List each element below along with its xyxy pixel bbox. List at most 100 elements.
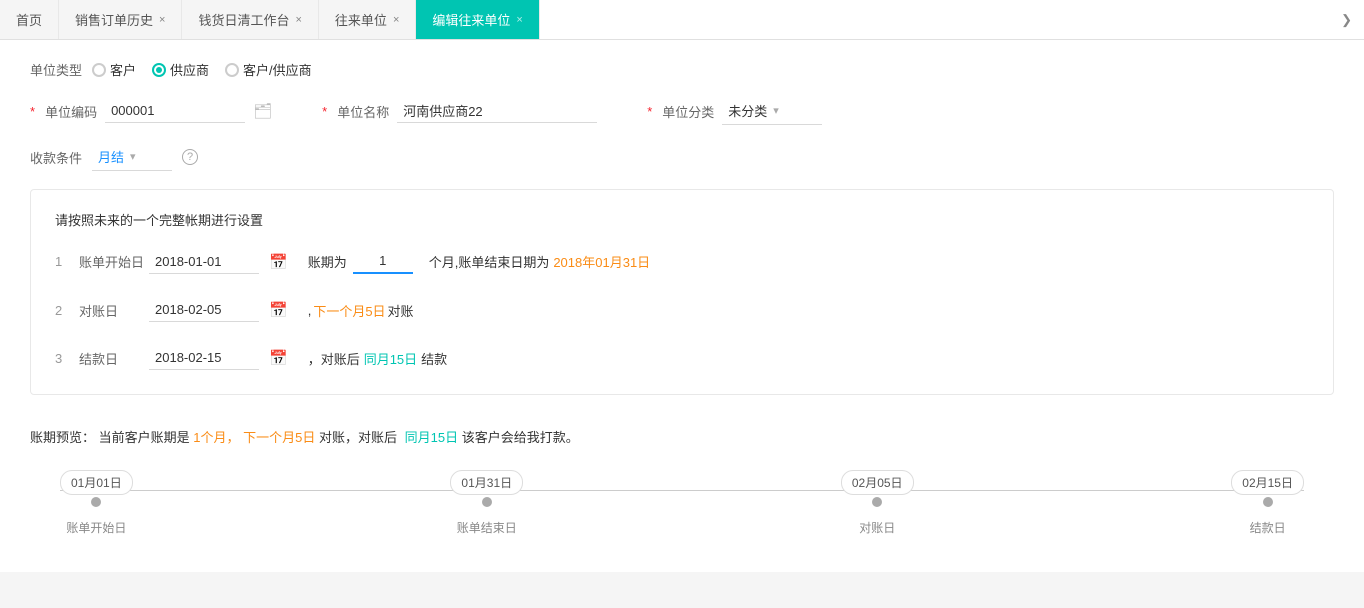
period-row-1-text-after: 个月,账单结束日期为 (429, 252, 550, 271)
unit-code-icon[interactable]: 🗂 (253, 102, 272, 120)
tab-cashflow-workbench-close[interactable]: × (295, 14, 301, 26)
timeline-label-2: 01月31日 (450, 470, 523, 495)
timeline-dot-4 (1263, 497, 1273, 507)
period-payment-date-input[interactable] (149, 346, 259, 370)
tab-more-button[interactable]: ❯ (1329, 0, 1364, 39)
timeline-point-1: 01月01日 账单开始日 (60, 470, 133, 536)
tab-sales-order-history-label: 销售订单历史 (75, 10, 153, 29)
period-row-3-text-before: ，对账后 (308, 349, 360, 368)
payment-terms-chevron-icon: ▾ (130, 150, 136, 163)
period-row-3-text-after: 结款 (421, 349, 447, 368)
tab-edit-partner-unit-label: 编辑往来单位 (432, 10, 510, 29)
unit-category-label: 单位分类 (662, 102, 714, 121)
preview-text-mid: 对账，对账后 (319, 430, 397, 445)
period-row-2-label: 对账日 (79, 301, 149, 320)
unit-category-value: 未分类 (728, 101, 767, 120)
unit-code-required: * (30, 104, 35, 119)
help-icon[interactable]: ? (182, 149, 198, 165)
tab-edit-partner-unit-close[interactable]: × (516, 14, 522, 26)
period-reconcile-calendar-icon[interactable]: 📅 (269, 301, 288, 319)
preview-label: 账期预览： (30, 430, 95, 445)
period-reconcile-date-input[interactable] (149, 298, 259, 322)
period-month-input[interactable] (353, 249, 413, 274)
period-row-1-label: 账单开始日 (79, 252, 149, 271)
unit-type-label: 单位类型 (30, 60, 82, 79)
unit-name-group: * 单位名称 (322, 99, 597, 123)
unit-category-select[interactable]: 未分类 ▾ (722, 97, 822, 125)
timeline-dot-1 (91, 497, 101, 507)
radio-customer-label: 客户 (110, 60, 136, 79)
preview-text: 账期预览： 当前客户账期是 1个月， 下一个月5日 对账，对账后 同月15日 该… (30, 427, 1334, 446)
radio-supplier-label: 供应商 (170, 60, 209, 79)
timeline-point-3: 02月05日 对账日 (841, 470, 914, 536)
payment-terms-label: 收款条件 (30, 148, 82, 167)
page-content: 单位类型 客户 供应商 客户/供应商 * 单位编码 🗂 * 单位名称 (0, 40, 1364, 572)
timeline-points: 01月01日 账单开始日 01月31日 账单结束日 02月05日 对账日 (60, 470, 1304, 536)
timeline-wrapper: 01月01日 账单开始日 01月31日 账单结束日 02月05日 对账日 (30, 470, 1334, 536)
timeline-desc-1: 账单开始日 (66, 519, 126, 536)
timeline-label-3: 02月05日 (841, 470, 914, 495)
radio-customer-supplier-circle (225, 63, 239, 77)
tab-partner-units[interactable]: 往来单位 × (319, 0, 416, 39)
unit-code-input[interactable] (105, 99, 245, 123)
tab-home[interactable]: 首页 (0, 0, 59, 39)
radio-customer[interactable]: 客户 (92, 60, 136, 79)
tab-bar: 首页 销售订单历史 × 钱货日清工作台 × 往来单位 × 编辑往来单位 × ❯ (0, 0, 1364, 40)
period-row-2-num: 2 (55, 303, 79, 318)
period-row-3-num: 3 (55, 351, 79, 366)
unit-name-input[interactable] (397, 99, 597, 123)
radio-supplier[interactable]: 供应商 (152, 60, 209, 79)
payment-terms-value: 月结 (98, 147, 124, 166)
period-row-1-text-before: 账期为 (308, 252, 347, 271)
period-row-2: 2 对账日 📅 , 下一个月5日 对账 (55, 298, 1309, 322)
period-row-2-text-comma: , (308, 303, 312, 318)
radio-supplier-circle (152, 63, 166, 77)
tab-partner-units-label: 往来单位 (335, 10, 387, 29)
unit-type-radio-group: 客户 供应商 客户/供应商 (92, 60, 312, 79)
timeline-point-2: 01月31日 账单结束日 (450, 470, 523, 536)
period-row-3-label: 结款日 (79, 349, 149, 368)
period-row-3-highlight: 同月15日 (364, 349, 417, 368)
period-box-title: 请按照未来的一个完整帐期进行设置 (55, 210, 1309, 229)
unit-type-row: 单位类型 客户 供应商 客户/供应商 (30, 60, 1334, 79)
payment-terms-row: 收款条件 月结 ▾ ? (30, 143, 1334, 171)
preview-highlight-3: 同月15日 (405, 430, 458, 445)
timeline-label-1: 01月01日 (60, 470, 133, 495)
timeline-desc-3: 对账日 (859, 519, 895, 536)
tab-cashflow-workbench-label: 钱货日清工作台 (198, 10, 289, 29)
unit-category-required: * (647, 104, 652, 119)
tab-cashflow-workbench[interactable]: 钱货日清工作台 × (182, 0, 318, 39)
tab-sales-order-history[interactable]: 销售订单历史 × (59, 0, 182, 39)
period-row-3: 3 结款日 📅 ，对账后 同月15日 结款 (55, 346, 1309, 370)
period-settings-box: 请按照未来的一个完整帐期进行设置 1 账单开始日 📅 账期为 个月,账单结束日期… (30, 189, 1334, 395)
preview-highlight-1: 1个月， (193, 430, 239, 445)
tab-edit-partner-unit[interactable]: 编辑往来单位 × (416, 0, 539, 39)
payment-terms-select[interactable]: 月结 ▾ (92, 143, 172, 171)
period-row-1-num: 1 (55, 254, 79, 269)
timeline-desc-2: 账单结束日 (457, 519, 517, 536)
timeline-label-4: 02月15日 (1231, 470, 1304, 495)
chevron-right-icon: ❯ (1341, 12, 1352, 28)
period-start-calendar-icon[interactable]: 📅 (269, 253, 288, 271)
chevron-down-icon: ▾ (773, 104, 779, 117)
preview-highlight-2: 下一个月5日 (243, 430, 315, 445)
period-row-1: 1 账单开始日 📅 账期为 个月,账单结束日期为 2018年01月31日 (55, 249, 1309, 274)
radio-customer-supplier[interactable]: 客户/供应商 (225, 60, 312, 79)
unit-code-group: * 单位编码 🗂 (30, 99, 272, 123)
unit-code-label: 单位编码 (45, 102, 97, 121)
unit-name-label: 单位名称 (337, 102, 389, 121)
unit-category-group: * 单位分类 未分类 ▾ (647, 97, 822, 125)
timeline-dot-2 (482, 497, 492, 507)
period-payment-calendar-icon[interactable]: 📅 (269, 349, 288, 367)
unit-name-required: * (322, 104, 327, 119)
timeline-point-4: 02月15日 结款日 (1231, 470, 1304, 536)
period-row-2-text-after: 对账 (388, 301, 414, 320)
period-end-date-highlight: 2018年01月31日 (553, 252, 650, 271)
timeline-dot-3 (872, 497, 882, 507)
period-start-date-input[interactable] (149, 250, 259, 274)
preview-section: 账期预览： 当前客户账期是 1个月， 下一个月5日 对账，对账后 同月15日 该… (30, 411, 1334, 552)
tab-partner-units-close[interactable]: × (393, 14, 399, 26)
radio-customer-circle (92, 63, 106, 77)
timeline-desc-4: 结款日 (1250, 519, 1286, 536)
tab-sales-order-history-close[interactable]: × (159, 14, 165, 26)
